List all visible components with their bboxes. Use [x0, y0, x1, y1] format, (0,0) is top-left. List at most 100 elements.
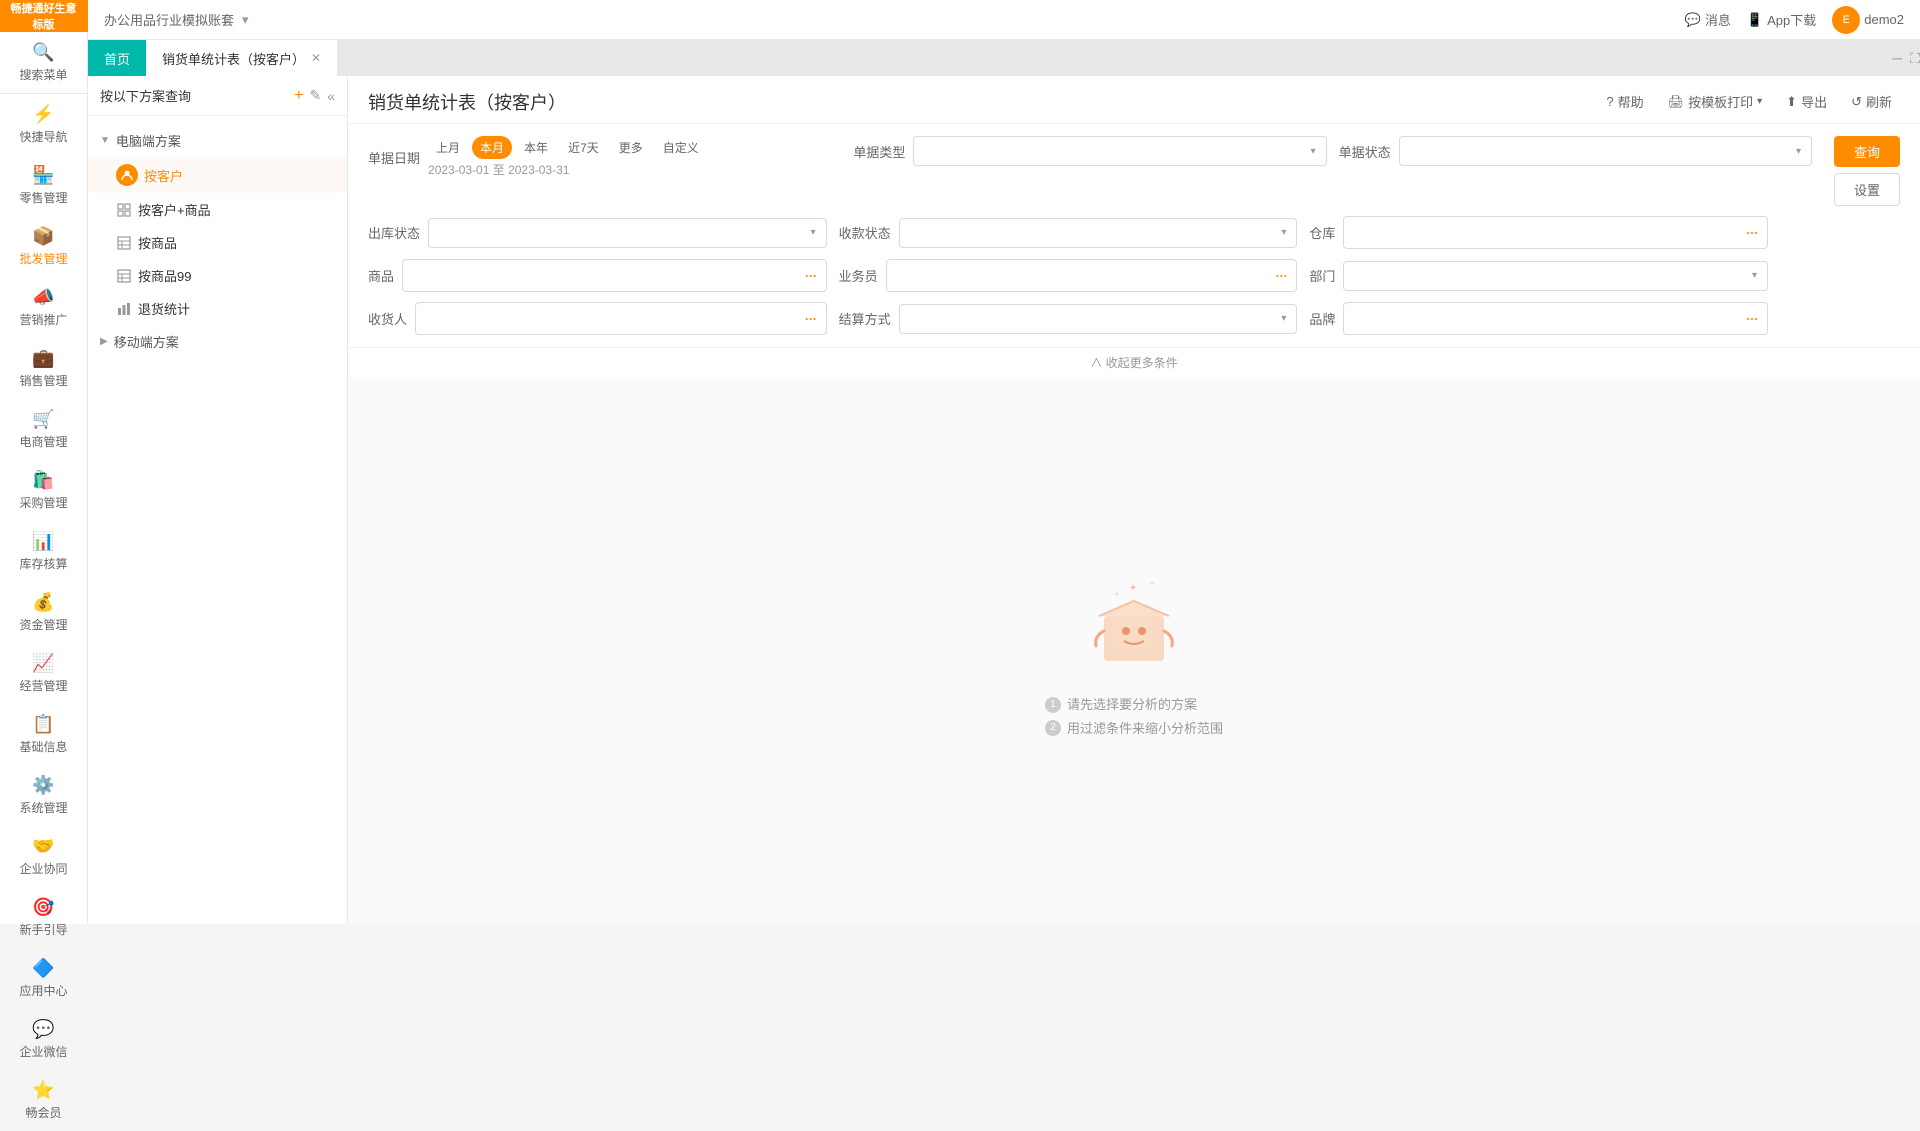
- sidebar-item-label: 系统管理: [19, 799, 67, 816]
- recipient-more-icon[interactable]: ···: [804, 308, 816, 329]
- tree-section-mobile[interactable]: ▶ 移动端方案: [88, 325, 347, 358]
- collapse-panel-btn[interactable]: «: [327, 88, 335, 104]
- settings-btn[interactable]: 设置: [1834, 173, 1900, 206]
- template-print-btn[interactable]: 🖨 按模板打印 ▾: [1660, 88, 1771, 115]
- window-controls: ─ ⛶: [1892, 50, 1920, 67]
- sidebar-item-system[interactable]: ⚙️ 系统管理: [0, 765, 88, 826]
- help-btn[interactable]: ? 帮助: [1598, 88, 1651, 115]
- salesperson-more-icon[interactable]: ···: [1274, 265, 1286, 286]
- operations-icon: 📈: [32, 653, 54, 674]
- brand-select[interactable]: ···: [1343, 302, 1768, 335]
- doc-status-label: 单据状态: [1339, 142, 1391, 161]
- dept-select[interactable]: ▾: [1343, 261, 1768, 291]
- date-tab-last-month[interactable]: 上月: [428, 136, 468, 159]
- tree-item-by-customer-goods[interactable]: 按客户+商品: [88, 193, 347, 226]
- sidebar-item-appstore[interactable]: 🔷 应用中心: [0, 948, 88, 1009]
- tree-item-by-goods-99-label: 按商品99: [138, 266, 191, 285]
- refresh-btn[interactable]: ↺ 刷新: [1843, 88, 1900, 115]
- message-label: 消息: [1705, 10, 1731, 29]
- sidebar-item-search[interactable]: 🔍 搜索菜单: [0, 32, 88, 94]
- delivery-select[interactable]: ▾: [428, 218, 827, 248]
- refresh-label: 刷新: [1866, 92, 1892, 111]
- date-tab-this-month[interactable]: 本月: [472, 136, 512, 159]
- window-maximize-icon[interactable]: ⛶: [1910, 50, 1920, 67]
- query-btn[interactable]: 查询: [1834, 136, 1900, 167]
- sidebar-item-purchase[interactable]: 🛍️ 采购管理: [0, 460, 88, 521]
- tree-item-by-goods[interactable]: 按商品: [88, 226, 347, 259]
- tree-item-by-goods-99[interactable]: 按商品99: [88, 259, 347, 292]
- sidebar-item-inventory[interactable]: 📊 库存核算: [0, 521, 88, 582]
- company-name: 办公用品行业模拟账套: [104, 10, 234, 29]
- empty-illustration: ✦ ✦ ✦: [1074, 561, 1194, 681]
- username: demo2: [1864, 12, 1904, 27]
- date-tab-more[interactable]: 更多: [611, 136, 651, 159]
- tree-collapse-icon: ▶: [100, 336, 108, 347]
- message-btn[interactable]: 💬 消息: [1685, 10, 1731, 29]
- sidebar-item-newbie[interactable]: 🎯 新手引导: [0, 887, 88, 948]
- message-icon: 💬: [1685, 12, 1701, 28]
- export-btn[interactable]: ⬆ 导出: [1778, 88, 1835, 115]
- app-download-btn[interactable]: 📱 App下载: [1747, 10, 1816, 29]
- tree-section-pc-label: 电脑端方案: [116, 131, 181, 150]
- logo-text: 畅捷通好生意: [11, 0, 77, 16]
- avatar-text: E: [1843, 14, 1850, 26]
- sidebar-item-enterprise[interactable]: 🤝 企业协同: [0, 826, 88, 887]
- goods-more-icon[interactable]: ···: [804, 265, 816, 286]
- svg-text:✦: ✦: [1129, 583, 1137, 594]
- sidebar-item-sales[interactable]: 💼 销售管理: [0, 338, 88, 399]
- chart-icon: [116, 301, 132, 317]
- dropdown-arrow-icon[interactable]: ▾: [242, 12, 249, 28]
- doc-status-arrow-icon: ▾: [1796, 146, 1801, 157]
- collapse-bar[interactable]: ∧ 收起更多条件: [348, 348, 1920, 377]
- user-info[interactable]: E demo2: [1832, 6, 1904, 34]
- sidebar-item-finance[interactable]: 💰 资金管理: [0, 582, 88, 643]
- warehouse-more-icon[interactable]: ···: [1745, 222, 1757, 243]
- tab-home[interactable]: 首页: [88, 40, 146, 76]
- left-panel-title: 按以下方案查询: [100, 86, 191, 105]
- date-tab-last-7[interactable]: 近7天: [560, 136, 607, 159]
- sidebar-item-wechat[interactable]: 💬 企业微信: [0, 1009, 88, 1070]
- sidebar-item-marketing[interactable]: 📣 营销推广: [0, 277, 88, 338]
- date-tab-this-year[interactable]: 本年: [516, 136, 556, 159]
- settlement-select[interactable]: ▾: [899, 304, 1298, 334]
- tree-item-return-stats[interactable]: 退货统计: [88, 292, 347, 325]
- payment-select[interactable]: ▾: [899, 218, 1298, 248]
- date-tab-custom[interactable]: 自定义: [655, 136, 707, 159]
- dept-label: 部门: [1309, 266, 1335, 285]
- tab-close-icon[interactable]: ✕: [311, 51, 321, 65]
- sidebar-item-quick-nav[interactable]: ⚡ 快捷导航: [0, 94, 88, 155]
- recipient-select[interactable]: ···: [415, 302, 827, 335]
- right-panel-header: 销货单统计表（按客户） ? 帮助 🖨 按模板打印 ▾ ⬆ 导出: [348, 76, 1920, 124]
- brand-more-icon[interactable]: ···: [1745, 308, 1757, 329]
- goods-select[interactable]: ···: [402, 259, 827, 292]
- sidebar-item-ecommerce[interactable]: 🛒 电商管理: [0, 399, 88, 460]
- sidebar-item-label: 搜索菜单: [19, 66, 67, 83]
- sidebar-item-basic[interactable]: 📋 基础信息: [0, 704, 88, 765]
- logo-subtitle: 标版: [33, 16, 55, 32]
- tab-stats[interactable]: 销货单统计表（按客户） ✕: [146, 40, 337, 76]
- sidebar-item-member[interactable]: ⭐ 畅会员: [0, 1070, 88, 1131]
- sidebar-item-wholesale[interactable]: 📦 批发管理: [0, 216, 88, 277]
- active-indicator: [116, 164, 138, 186]
- edit-scheme-btn[interactable]: ✎: [309, 87, 321, 104]
- salesperson-select[interactable]: ···: [886, 259, 1298, 292]
- add-scheme-btn[interactable]: +: [294, 87, 303, 105]
- query-buttons: 查询 设置: [1824, 136, 1900, 206]
- window-minimize-icon[interactable]: ─: [1892, 50, 1902, 66]
- tree-item-by-customer-goods-label: 按客户+商品: [138, 200, 211, 219]
- tree-section-pc[interactable]: ▼ 电脑端方案: [88, 124, 347, 157]
- topbar-right: 💬 消息 📱 App下载 E demo2: [1685, 6, 1904, 34]
- page-title: 销货单统计表（按客户）: [368, 89, 566, 115]
- doc-type-select[interactable]: ▾: [913, 136, 1326, 166]
- tip-num-1: 1: [1045, 697, 1061, 713]
- newbie-icon: 🎯: [32, 897, 54, 918]
- doc-status-select[interactable]: ▾: [1399, 136, 1812, 166]
- tree-item-by-goods-label: 按商品: [138, 233, 177, 252]
- warehouse-select[interactable]: ···: [1343, 216, 1768, 249]
- sidebar-item-operations[interactable]: 📈 经营管理: [0, 643, 88, 704]
- doc-type-arrow-icon: ▾: [1311, 146, 1316, 157]
- tree-item-by-customer[interactable]: 按客户: [88, 157, 347, 193]
- tip-num-2: 2: [1045, 720, 1061, 736]
- finance-icon: 💰: [32, 592, 54, 613]
- sidebar-item-retail[interactable]: 🏪 零售管理: [0, 155, 88, 216]
